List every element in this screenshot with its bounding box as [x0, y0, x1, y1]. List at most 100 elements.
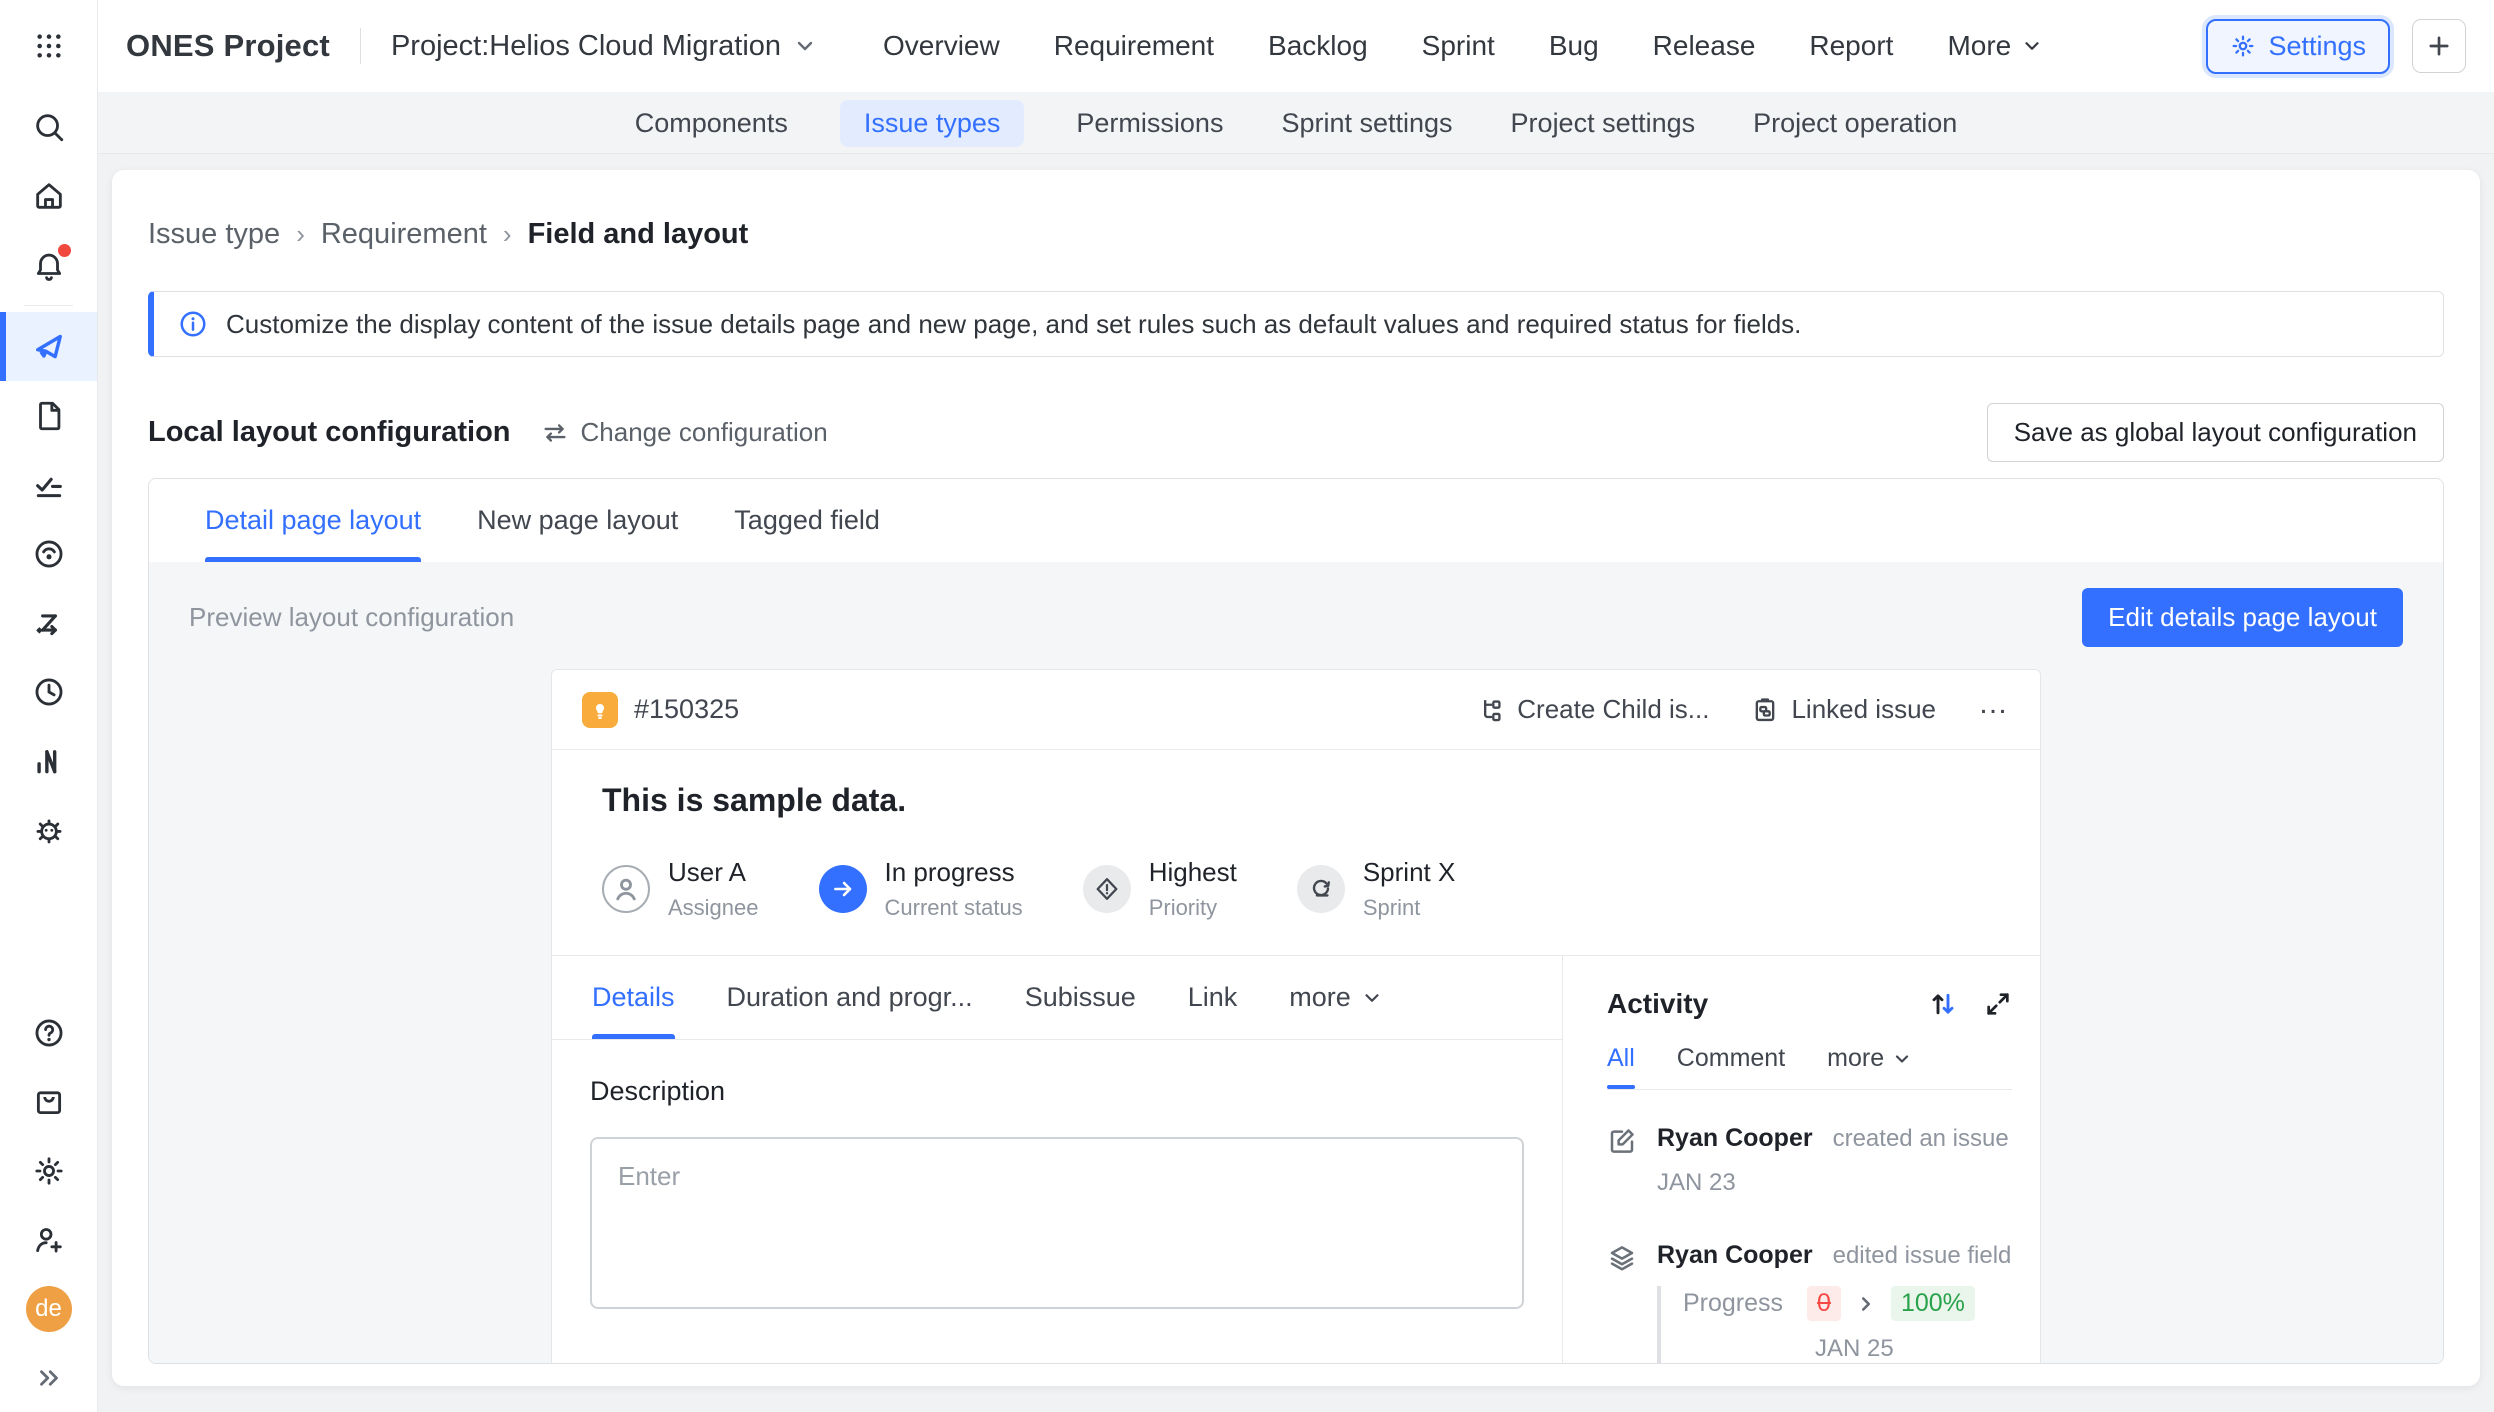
description-input[interactable] — [590, 1137, 1524, 1309]
nav-sprint[interactable]: Sprint — [1422, 30, 1495, 62]
sidebar-item-tasks[interactable] — [0, 450, 97, 519]
change-configuration-label: Change configuration — [580, 417, 828, 447]
task-check-icon — [32, 468, 66, 502]
tab-new-page-layout[interactable]: New page layout — [477, 479, 678, 562]
home-icon — [32, 179, 66, 213]
nav-release[interactable]: Release — [1653, 30, 1756, 62]
project-subnav: Components Issue types Permissions Sprin… — [98, 92, 2494, 154]
field-priority[interactable]: Highest Priority — [1082, 857, 1237, 921]
priority-label: Priority — [1148, 895, 1218, 920]
save-global-layout-button[interactable]: Save as global layout configuration — [1986, 403, 2444, 462]
nav-more[interactable]: More — [1947, 30, 2043, 62]
nav-backlog[interactable]: Backlog — [1268, 30, 1368, 62]
assignee-value: User A — [668, 857, 747, 887]
edit-details-page-layout-button[interactable]: Edit details page layout — [2082, 588, 2403, 647]
activity-action: edited issue field — [1832, 1242, 2012, 1269]
expand-icon[interactable] — [1984, 990, 2012, 1018]
assignee-label: Assignee — [668, 895, 759, 920]
create-child-issue-label: Create Child is... — [1517, 694, 1710, 724]
issue-tab-details[interactable]: Details — [592, 956, 675, 1039]
layout-config-title: Local layout configuration — [148, 416, 511, 448]
breadcrumb-current: Field and layout — [527, 218, 749, 250]
activity-tab-more[interactable]: more — [1827, 1044, 1912, 1089]
issue-tab-more[interactable]: more — [1289, 956, 1383, 1039]
swap-icon — [541, 419, 569, 447]
new-value-badge: 100% — [1890, 1286, 1975, 1321]
sidebar-item-project-active[interactable] — [0, 312, 97, 381]
info-icon — [178, 309, 208, 339]
change-configuration-link[interactable]: Change configuration — [541, 417, 828, 448]
sidebar-item-search[interactable] — [0, 92, 97, 161]
subnav-permissions[interactable]: Permissions — [1070, 100, 1229, 147]
settings-button-label: Settings — [2268, 30, 2366, 61]
issue-id: #150325 — [634, 694, 740, 724]
sidebar-item-workflow[interactable] — [0, 588, 97, 657]
nav-report[interactable]: Report — [1809, 30, 1893, 62]
field-sprint[interactable]: Sprint X Sprint — [1296, 857, 1455, 921]
status-arrow-icon — [818, 865, 867, 913]
issue-tab-more-label: more — [1289, 982, 1351, 1012]
activity-tab-comment[interactable]: Comment — [1677, 1044, 1785, 1089]
person-plus-icon — [32, 1223, 66, 1257]
project-selector[interactable]: Project:Helios Cloud Migration — [391, 30, 817, 63]
linked-issue-button[interactable]: Linked issue — [1751, 694, 1936, 725]
sidebar-item-invite[interactable] — [0, 1205, 97, 1274]
settings-button[interactable]: Settings — [2206, 18, 2390, 74]
app-grid-button[interactable] — [0, 0, 97, 92]
project-selector-label: Project:Helios Cloud Migration — [390, 29, 782, 62]
activity-user[interactable]: Ryan Cooper — [1657, 1241, 1813, 1270]
tab-tagged-field[interactable]: Tagged field — [734, 479, 880, 562]
priority-value: Highest — [1148, 857, 1237, 887]
top-bar: ONES Project Project:Helios Cloud Migrat… — [98, 0, 2494, 92]
sort-order-icon[interactable] — [1928, 989, 1958, 1019]
sidebar-item-time[interactable] — [0, 657, 97, 726]
sprint-loop-icon — [1296, 865, 1345, 913]
add-button[interactable] — [2412, 19, 2466, 73]
nav-bug[interactable]: Bug — [1549, 30, 1599, 62]
issue-tab-duration[interactable]: Duration and progr... — [727, 956, 973, 1039]
apps-grid-icon — [33, 30, 65, 62]
breadcrumb-issue-type[interactable]: Issue type — [148, 218, 280, 251]
nav-requirement[interactable]: Requirement — [1054, 30, 1214, 62]
linked-issue-icon — [1751, 696, 1779, 724]
subnav-project-settings[interactable]: Project settings — [1505, 100, 1702, 147]
subnav-project-operation[interactable]: Project operation — [1747, 100, 1963, 147]
app-sidebar: de — [0, 0, 98, 1412]
content-card: Issue type › Requirement › Field and lay… — [112, 170, 2480, 1386]
user-avatar[interactable]: de — [0, 1274, 97, 1343]
subnav-issue-types[interactable]: Issue types — [839, 99, 1025, 147]
issue-tab-link[interactable]: Link — [1188, 956, 1238, 1039]
subnav-sprint-settings[interactable]: Sprint settings — [1275, 100, 1458, 147]
sidebar-item-help[interactable] — [0, 998, 97, 1067]
sidebar-expand-button[interactable] — [0, 1343, 97, 1412]
search-icon — [32, 110, 66, 144]
chevron-down-icon — [2021, 35, 2043, 57]
sidebar-item-reports[interactable] — [0, 726, 97, 795]
sidebar-item-notifications[interactable] — [0, 230, 97, 299]
sidebar-item-apps-store[interactable] — [0, 1067, 97, 1136]
create-child-issue-button[interactable]: Create Child is... — [1477, 694, 1709, 725]
info-banner: Customize the display content of the iss… — [148, 291, 2444, 357]
activity-user[interactable]: Ryan Cooper — [1657, 1124, 1813, 1153]
nav-overview[interactable]: Overview — [883, 30, 1000, 62]
field-assignee[interactable]: User A Assignee — [602, 857, 759, 921]
sidebar-item-bugs[interactable] — [0, 795, 97, 864]
activity-tab-all[interactable]: All — [1607, 1044, 1635, 1089]
activity-panel: Activity All Comment more Ryan Cooper cr… — [1563, 956, 2040, 1363]
gear-icon — [32, 1154, 66, 1188]
sidebar-item-goals[interactable] — [0, 519, 97, 588]
subnav-components[interactable]: Components — [629, 100, 794, 147]
page-body: Issue type › Requirement › Field and lay… — [98, 154, 2494, 1412]
field-current-status[interactable]: In progress Current status — [818, 857, 1023, 921]
tab-detail-page-layout[interactable]: Detail page layout — [205, 479, 422, 562]
breadcrumb-requirement[interactable]: Requirement — [321, 218, 487, 251]
sidebar-item-home[interactable] — [0, 161, 97, 230]
sidebar-item-pages[interactable] — [0, 381, 97, 450]
more-actions-button[interactable]: … — [1978, 688, 2010, 721]
issue-tab-subissue[interactable]: Subissue — [1025, 956, 1136, 1039]
clock-icon — [32, 675, 66, 709]
project-plane-icon — [31, 329, 67, 365]
sidebar-item-settings[interactable] — [0, 1136, 97, 1205]
assignee-avatar-icon — [602, 865, 650, 913]
file-icon — [32, 399, 66, 433]
